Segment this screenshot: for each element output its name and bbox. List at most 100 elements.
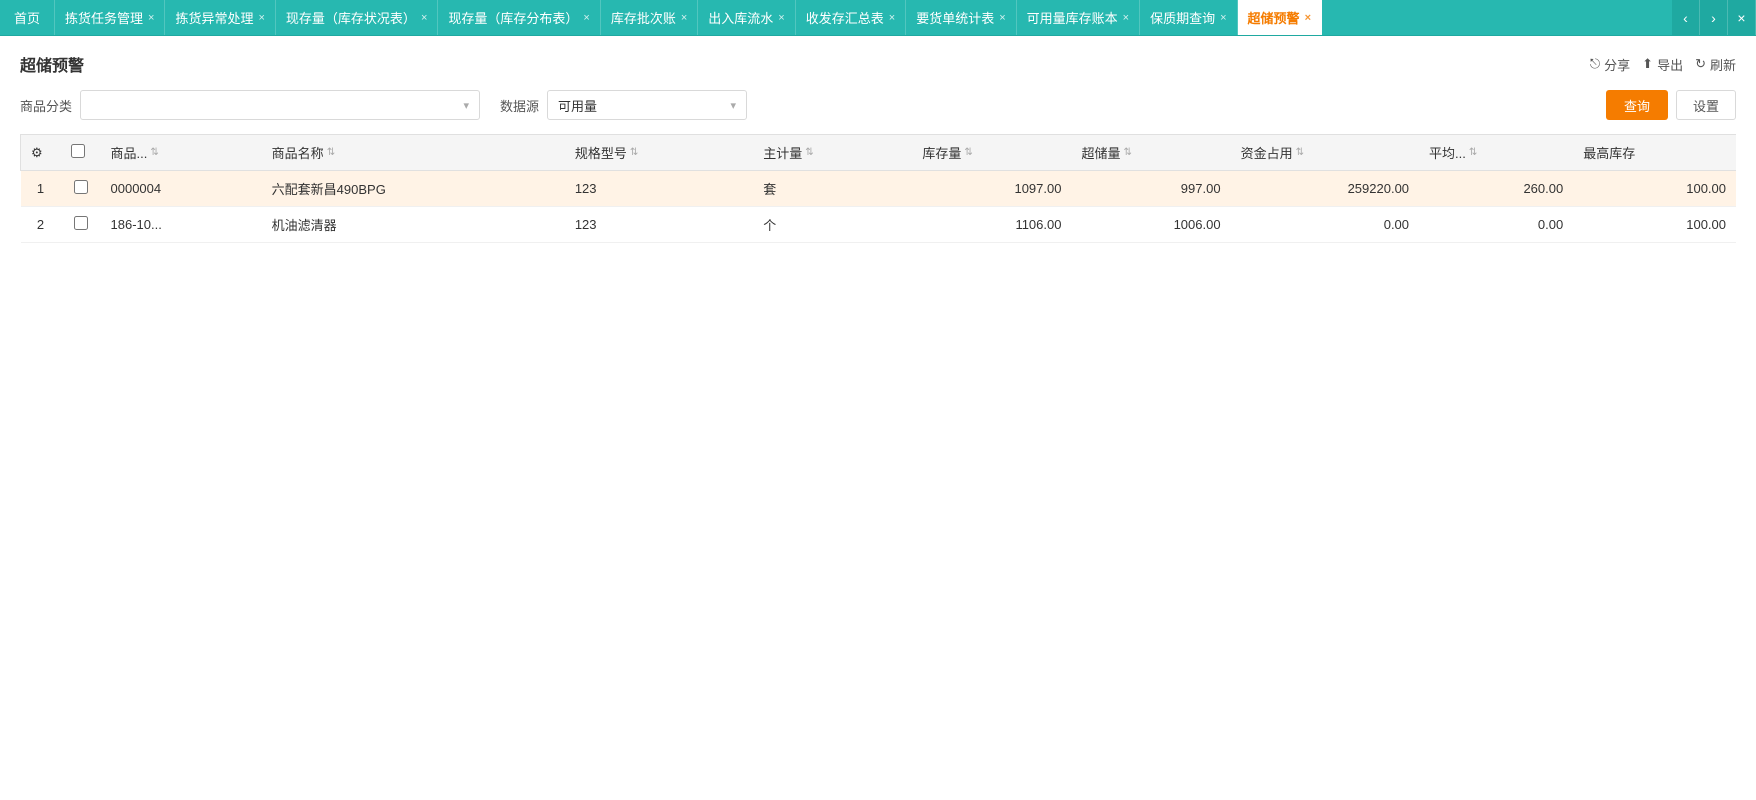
category-label: 商品分类 <box>20 96 72 115</box>
datasource-label: 数据源 <box>500 96 539 115</box>
th-capital[interactable]: 资金占用 ⇅ <box>1231 135 1419 171</box>
nav-close-all[interactable]: × <box>1728 0 1756 36</box>
sort-icon-capital: ⇅ <box>1296 147 1304 158</box>
tab-jinhua[interactable]: 拣货任务管理 × <box>55 0 165 35</box>
tab-yichang[interactable]: 拣货异常处理 × <box>165 0 275 35</box>
row-select-1[interactable] <box>74 216 88 230</box>
close-tab-jinhua[interactable]: × <box>148 12 154 24</box>
row-unit-1: 个 <box>753 207 912 243</box>
close-tab-xianzun1[interactable]: × <box>421 12 427 24</box>
filter-category: 商品分类 ▾ <box>20 90 480 120</box>
data-table: ⚙ 商品... ⇅ 商品名称 ⇅ <box>20 134 1736 243</box>
close-tab-huizong[interactable]: × <box>889 12 895 24</box>
row-name-0: 六配套新昌490BPG <box>262 171 565 207</box>
row-maxstock-1: 100.00 <box>1573 207 1736 243</box>
th-unit[interactable]: 主计量 ⇅ <box>753 135 912 171</box>
close-tab-pici[interactable]: × <box>681 12 687 24</box>
tab-xianzun2[interactable]: 现存量（库存分布表） × <box>438 0 600 35</box>
sort-icon-avg: ⇅ <box>1469 147 1477 158</box>
table-header-row: ⚙ 商品... ⇅ 商品名称 ⇅ <box>21 135 1737 171</box>
row-avg-0: 260.00 <box>1419 171 1573 207</box>
th-gear[interactable]: ⚙ <box>21 135 61 171</box>
row-maxstock-0: 100.00 <box>1573 171 1736 207</box>
sort-icon-name: ⇅ <box>327 147 335 158</box>
th-avg[interactable]: 平均... ⇅ <box>1419 135 1573 171</box>
tab-pici[interactable]: 库存批次账 × <box>601 0 698 35</box>
row-unit-0: 套 <box>753 171 912 207</box>
nav-home[interactable]: 首页 <box>0 0 55 35</box>
tab-yaodan[interactable]: 要货单统计表 × <box>906 0 1016 35</box>
row-code-0: 0000004 <box>101 171 262 207</box>
row-avg-1: 0.00 <box>1419 207 1573 243</box>
th-code[interactable]: 商品... ⇅ <box>101 135 262 171</box>
th-maxstock: 最高库存 <box>1573 135 1736 171</box>
nav-arrow-left[interactable]: ‹ <box>1672 0 1700 36</box>
filter-row: 商品分类 ▾ 数据源 可用量 ▾ 查询 设置 <box>20 90 1736 120</box>
sort-icon-overstock: ⇅ <box>1123 147 1131 158</box>
tab-chaochuo[interactable]: 超储预警 × <box>1238 0 1322 35</box>
refresh-button[interactable]: ↻ 刷新 <box>1695 55 1736 74</box>
row-code-1: 186-10... <box>101 207 262 243</box>
chevron-down-icon-2: ▾ <box>731 99 737 112</box>
header-actions: ⎋ 分享 ⬆ 导出 ↻ 刷新 <box>1590 55 1736 74</box>
row-checkbox-0[interactable] <box>61 171 101 207</box>
close-tab-chaochuo[interactable]: × <box>1305 12 1311 24</box>
table-row: 1 0000004 六配套新昌490BPG 123 套 1097.00 997.… <box>21 171 1737 207</box>
filter-datasource: 数据源 可用量 ▾ <box>500 90 747 120</box>
close-tab-keyong[interactable]: × <box>1123 12 1129 24</box>
sort-icon-code: ⇅ <box>150 147 158 158</box>
table-row: 2 186-10... 机油滤清器 123 个 1106.00 1006.00 … <box>21 207 1737 243</box>
nav-arrow-group: ‹ › × <box>1672 0 1756 36</box>
close-tab-yaodan[interactable]: × <box>999 12 1005 24</box>
th-checkbox <box>61 135 101 171</box>
gear-icon: ⚙ <box>31 145 43 160</box>
datasource-select[interactable]: 可用量 ▾ <box>547 90 747 120</box>
close-tab-baozhi[interactable]: × <box>1220 12 1226 24</box>
query-button[interactable]: 查询 <box>1606 90 1668 120</box>
row-overstock-1: 1006.00 <box>1071 207 1230 243</box>
row-stock-1: 1106.00 <box>912 207 1071 243</box>
refresh-icon: ↻ <box>1695 56 1706 72</box>
sort-icon-stock: ⇅ <box>964 147 972 158</box>
sort-icon-unit: ⇅ <box>805 147 813 158</box>
th-stock[interactable]: 库存量 ⇅ <box>912 135 1071 171</box>
datasource-select-value: 可用量 <box>558 96 597 115</box>
chevron-down-icon: ▾ <box>463 99 469 112</box>
row-stock-0: 1097.00 <box>912 171 1071 207</box>
row-num-1: 2 <box>21 207 61 243</box>
page-content: 超储预警 ⎋ 分享 ⬆ 导出 ↻ 刷新 商品分类 ▾ 数据源 <box>0 36 1756 800</box>
top-navigation: 首页 拣货任务管理 × 拣货异常处理 × 现存量（库存状况表） × 现存量（库存… <box>0 0 1756 36</box>
th-name[interactable]: 商品名称 ⇅ <box>262 135 565 171</box>
row-spec-0: 123 <box>565 171 753 207</box>
settings-button[interactable]: 设置 <box>1676 90 1736 120</box>
category-select[interactable]: ▾ <box>80 90 480 120</box>
close-tab-liushui[interactable]: × <box>778 12 784 24</box>
row-num-0: 1 <box>21 171 61 207</box>
row-checkbox-1[interactable] <box>61 207 101 243</box>
row-overstock-0: 997.00 <box>1071 171 1230 207</box>
row-select-0[interactable] <box>74 180 88 194</box>
tab-keyong[interactable]: 可用量库存账本 × <box>1017 0 1140 35</box>
tab-huizong[interactable]: 收发存汇总表 × <box>796 0 906 35</box>
tab-baozhi[interactable]: 保质期查询 × <box>1140 0 1237 35</box>
share-icon: ⎋ <box>1590 56 1600 72</box>
row-capital-1: 0.00 <box>1231 207 1419 243</box>
th-spec[interactable]: 规格型号 ⇅ <box>565 135 753 171</box>
page-header: 超储预警 ⎋ 分享 ⬆ 导出 ↻ 刷新 <box>20 52 1736 76</box>
page-title: 超储预警 <box>20 52 84 76</box>
export-button[interactable]: ⬆ 导出 <box>1642 55 1683 74</box>
close-tab-xianzun2[interactable]: × <box>583 12 589 24</box>
tab-xianzun1[interactable]: 现存量（库存状况表） × <box>276 0 438 35</box>
row-capital-0: 259220.00 <box>1231 171 1419 207</box>
export-icon: ⬆ <box>1642 56 1653 72</box>
row-spec-1: 123 <box>565 207 753 243</box>
tab-liushui[interactable]: 出入库流水 × <box>698 0 795 35</box>
filter-buttons: 查询 设置 <box>1606 90 1736 120</box>
select-all-checkbox[interactable] <box>71 144 85 158</box>
close-tab-yichang[interactable]: × <box>258 12 264 24</box>
row-name-1: 机油滤清器 <box>262 207 565 243</box>
th-overstock[interactable]: 超储量 ⇅ <box>1071 135 1230 171</box>
sort-icon-spec: ⇅ <box>630 147 638 158</box>
nav-arrow-right[interactable]: › <box>1700 0 1728 36</box>
share-button[interactable]: ⎋ 分享 <box>1590 55 1630 74</box>
